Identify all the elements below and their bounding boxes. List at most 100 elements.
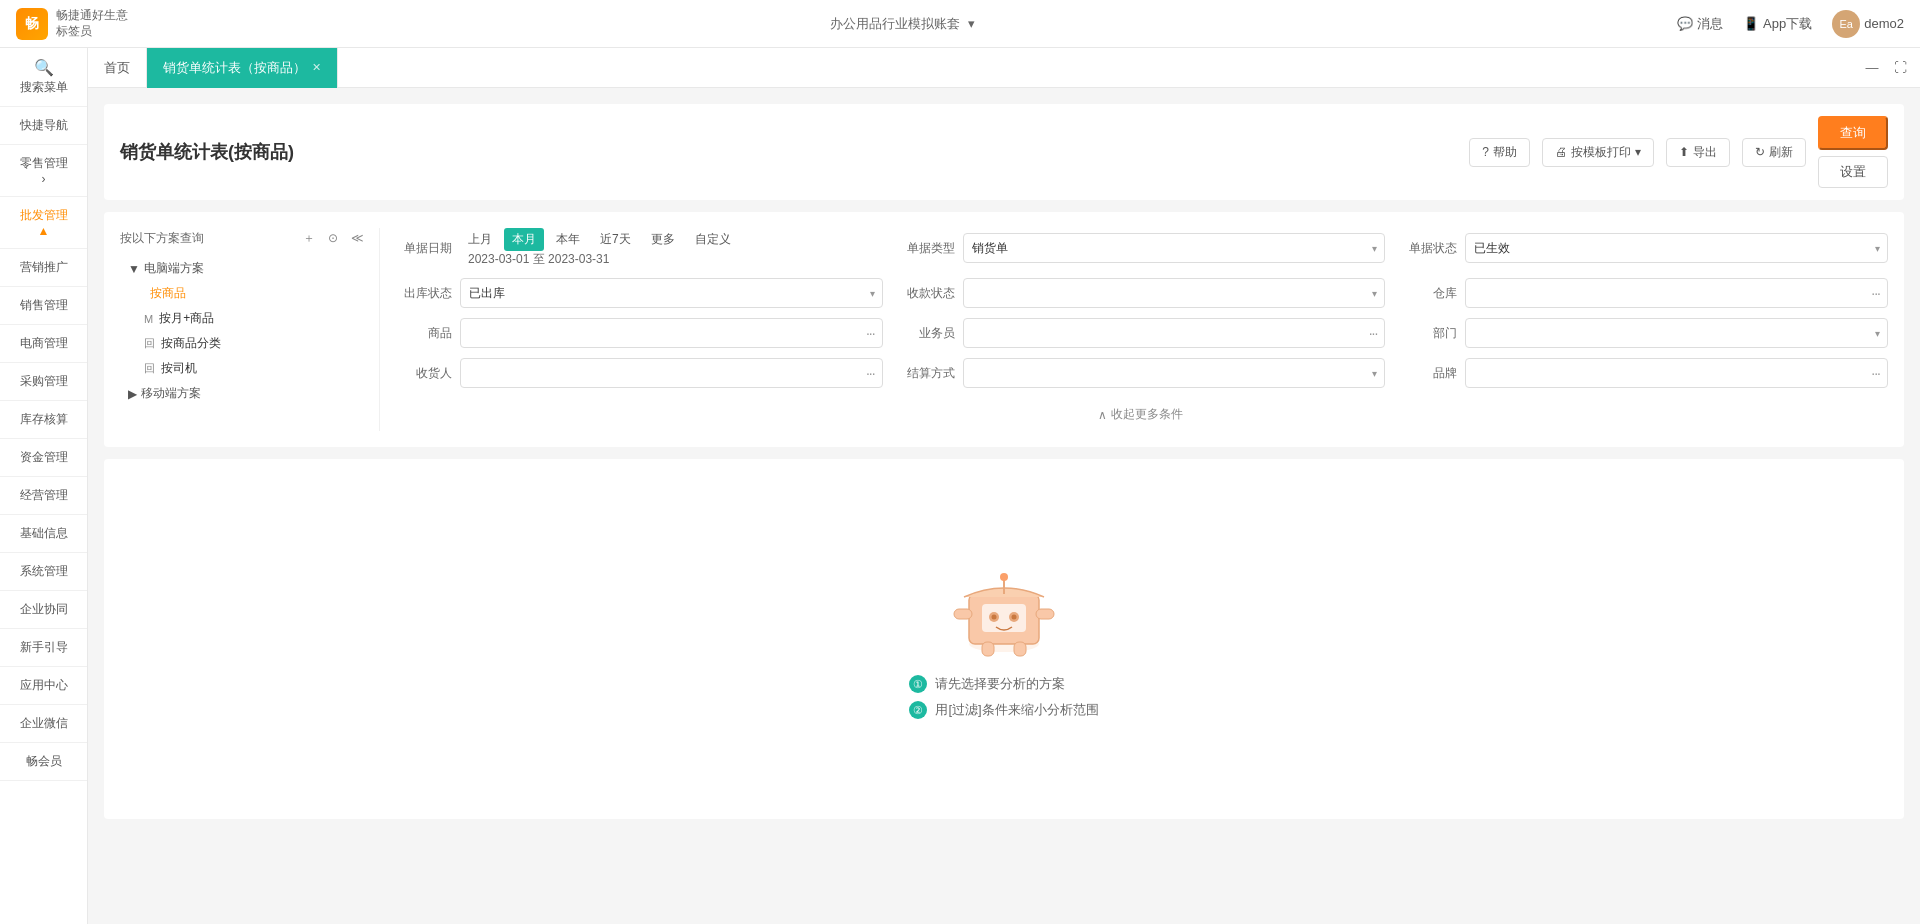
doc-status-select[interactable]: 已生效 — [1465, 233, 1888, 263]
sidebar-item-purchase[interactable]: 采购管理 — [0, 363, 87, 401]
department-wrap: ▾ — [1465, 318, 1888, 348]
department-field: 部门 ▾ — [1397, 318, 1888, 348]
empty-illustration — [944, 559, 1064, 659]
avatar: Ea — [1832, 10, 1860, 38]
goods-input[interactable] — [460, 318, 883, 348]
sidebar-search[interactable]: 🔍 搜索菜单 — [0, 48, 87, 107]
query-button[interactable]: 查询 — [1818, 116, 1888, 150]
payment-status-label: 收款状态 — [895, 285, 955, 302]
sidebar-item-operations[interactable]: 经营管理 — [0, 477, 87, 515]
svg-point-6 — [1012, 615, 1017, 620]
svg-rect-9 — [954, 609, 972, 619]
header-right: 💬 消息 📱 App下载 Ea demo2 — [1677, 10, 1904, 38]
tab-home[interactable]: 首页 — [88, 48, 147, 88]
message-button[interactable]: 💬 消息 — [1677, 15, 1723, 33]
scheme-icons: ＋ ⊙ ≪ — [299, 228, 367, 248]
sidebar-item-wechat[interactable]: 企业微信 — [0, 705, 87, 743]
tree-mobile-parent[interactable]: ▶ 移动端方案 — [120, 381, 367, 406]
tip-num-1: ① — [909, 675, 927, 693]
date-tab-more[interactable]: 更多 — [643, 228, 683, 251]
warehouse-input[interactable] — [1465, 278, 1888, 308]
page-header: 销货单统计表(按商品) ? 帮助 🖨 按模板打印 ▾ ⬆ 导出 — [104, 104, 1904, 200]
sidebar-item-corp[interactable]: 企业协同 — [0, 591, 87, 629]
filter-row-3: 商品 ··· 业务员 ··· — [392, 318, 1888, 348]
sidebar-item-ecommerce[interactable]: 电商管理 — [0, 325, 87, 363]
empty-tip-2: ② 用[过滤]条件来缩小分析范围 — [909, 701, 1098, 719]
tab-close-icon[interactable]: ✕ — [312, 61, 321, 74]
sidebar-item-basic[interactable]: 基础信息 — [0, 515, 87, 553]
date-tab-this-month[interactable]: 本月 — [504, 228, 544, 251]
sidebar-item-system[interactable]: 系统管理 — [0, 553, 87, 591]
filter-panel: 按以下方案查询 ＋ ⊙ ≪ ▼ 电脑端方案 — [104, 212, 1904, 447]
doc-type-select[interactable]: 销货单 — [963, 233, 1386, 263]
filters-right: 单据日期 上月 本月 本年 近7天 更多 自定义 — [392, 228, 1888, 431]
edit-scheme-icon[interactable]: ⊙ — [323, 228, 343, 248]
top-header: 畅 畅捷通好生意 标签员 办公用品行业模拟账套 ▾ 💬 消息 📱 App下载 E… — [0, 0, 1920, 48]
sidebar-item-finance[interactable]: 资金管理 — [0, 439, 87, 477]
sidebar-item-wholesale[interactable]: 批发管理 ▲ — [0, 197, 87, 249]
date-tab-this-year[interactable]: 本年 — [548, 228, 588, 251]
receiver-field: 收货人 ··· — [392, 358, 883, 388]
svg-point-4 — [992, 615, 997, 620]
scheme-by-printer[interactable]: 回 按司机 — [136, 356, 367, 381]
svg-rect-11 — [982, 642, 994, 656]
sidebar-item-marketing[interactable]: 营销推广 — [0, 249, 87, 287]
print-button[interactable]: 🖨 按模板打印 ▾ — [1542, 138, 1654, 167]
stock-status-select[interactable]: 已出库 — [460, 278, 883, 308]
date-tab-last-month[interactable]: 上月 — [460, 228, 500, 251]
brand-input[interactable] — [1465, 358, 1888, 388]
receiver-label: 收货人 — [392, 365, 452, 382]
sidebar-item-vip[interactable]: 畅会员 — [0, 743, 87, 781]
payment-status-wrap: ▾ — [963, 278, 1386, 308]
sidebar-item-inventory[interactable]: 库存核算 — [0, 401, 87, 439]
salesperson-wrap: ··· — [963, 318, 1386, 348]
doc-status-field: 单据状态 已生效 ▾ — [1397, 228, 1888, 268]
svg-rect-2 — [982, 604, 1026, 632]
export-button[interactable]: ⬆ 导出 — [1666, 138, 1730, 167]
date-tab-7days[interactable]: 近7天 — [592, 228, 639, 251]
filter-row-4: 收货人 ··· 结算方式 — [392, 358, 1888, 388]
page-title: 销货单统计表(按商品) — [120, 140, 294, 164]
main-layout: 🔍 搜索菜单 快捷导航 零售管理 › 批发管理 ▲ 营销推广 销售管理 电商管理… — [0, 48, 1920, 924]
help-button[interactable]: ? 帮助 — [1469, 138, 1530, 167]
workspace-selector[interactable]: 办公用品行业模拟账套 ▾ — [830, 15, 975, 33]
receiver-input[interactable] — [460, 358, 883, 388]
user-menu[interactable]: Ea demo2 — [1832, 10, 1904, 38]
filter-layout: 按以下方案查询 ＋ ⊙ ≪ ▼ 电脑端方案 — [120, 228, 1888, 431]
collapse-scheme-icon[interactable]: ≪ — [347, 228, 367, 248]
scheme-by-category[interactable]: 回 按商品分类 — [136, 331, 367, 356]
tree-pc-parent[interactable]: ▼ 电脑端方案 — [120, 256, 367, 281]
salesperson-input[interactable] — [963, 318, 1386, 348]
settings-button[interactable]: 设置 — [1818, 156, 1888, 188]
settlement-select[interactable] — [963, 358, 1386, 388]
tab-minimize-button[interactable]: — — [1860, 56, 1884, 80]
sidebar-item-retail[interactable]: 零售管理 › — [0, 145, 87, 197]
tree-expand-icon: ▼ — [128, 262, 140, 276]
sidebar-quick-nav[interactable]: 快捷导航 — [0, 107, 87, 145]
scheme-by-month-goods[interactable]: M 按月+商品 — [136, 306, 367, 331]
sidebar-item-sales[interactable]: 销售管理 — [0, 287, 87, 325]
tab-maximize-button[interactable]: ⛶ — [1888, 56, 1912, 80]
settlement-wrap: ▾ — [963, 358, 1386, 388]
collapse-button[interactable]: ∧ 收起更多条件 — [392, 398, 1888, 431]
sidebar-item-apps[interactable]: 应用中心 — [0, 667, 87, 705]
department-select[interactable] — [1465, 318, 1888, 348]
refresh-icon: ↻ — [1755, 145, 1765, 159]
scheme-by-goods[interactable]: 按商品 — [136, 281, 367, 306]
tab-sales-stats[interactable]: 销货单统计表（按商品） ✕ — [147, 48, 338, 88]
payment-status-select[interactable] — [963, 278, 1386, 308]
collapse-icon: ∧ — [1098, 408, 1107, 422]
print-dropdown-icon[interactable]: ▾ — [1635, 145, 1641, 159]
sidebar-item-newbie[interactable]: 新手引导 — [0, 629, 87, 667]
refresh-button[interactable]: ↻ 刷新 — [1742, 138, 1806, 167]
salesperson-label: 业务员 — [895, 325, 955, 342]
date-tab-custom[interactable]: 自定义 — [687, 228, 739, 251]
tree-pc-children: 按商品 M 按月+商品 回 按商品分类 回 — [120, 281, 367, 381]
svg-rect-12 — [1014, 642, 1026, 656]
svg-rect-10 — [1036, 609, 1054, 619]
app-download-button[interactable]: 📱 App下载 — [1743, 15, 1812, 33]
department-label: 部门 — [1397, 325, 1457, 342]
add-scheme-icon[interactable]: ＋ — [299, 228, 319, 248]
export-icon: ⬆ — [1679, 145, 1689, 159]
date-range-display: 2023-03-01 至 2023-03-31 — [468, 251, 883, 268]
